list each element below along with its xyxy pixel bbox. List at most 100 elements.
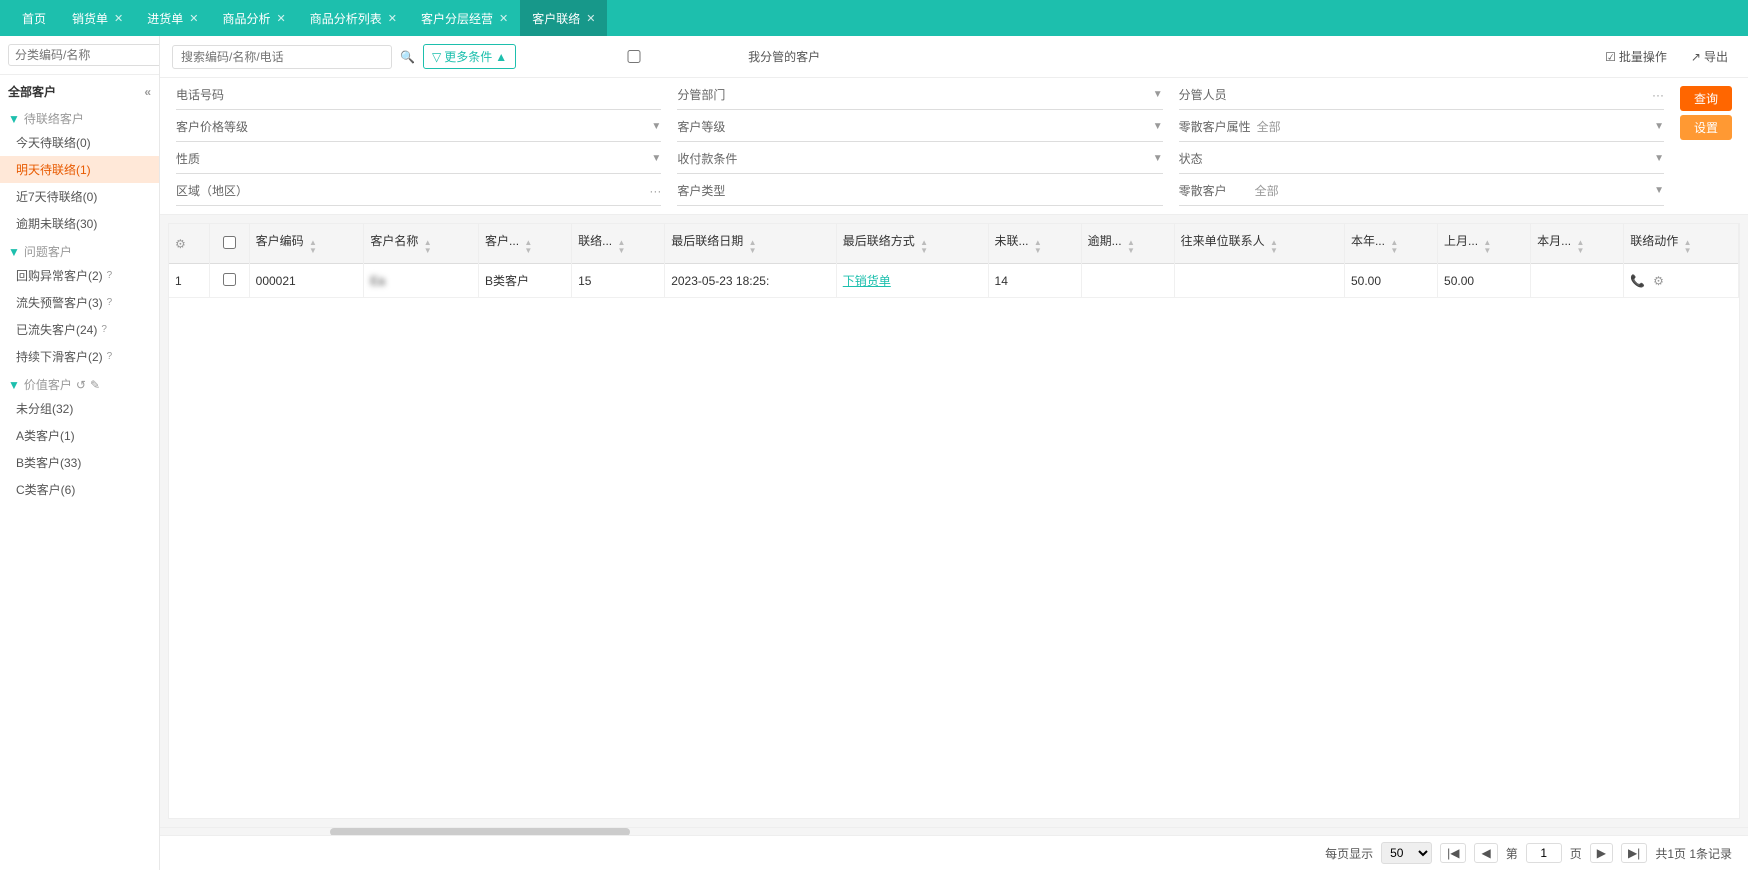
sidebar: 🔍 全部客户 « ▼ 待联络客户 今天待联络(0) 明天待联络(1) 近7天待联… bbox=[0, 36, 160, 870]
sidebar-item-c-class[interactable]: C类客户(6) bbox=[0, 476, 159, 503]
first-page-button[interactable]: |◀ bbox=[1440, 843, 1466, 863]
sidebar-item-lost[interactable]: 已流失客户(24) ? bbox=[0, 316, 159, 343]
sort-icon-this-month[interactable]: ▲▼ bbox=[1576, 239, 1584, 255]
sort-icon-no-contact[interactable]: ▲▼ bbox=[1034, 239, 1042, 255]
nav-tab-4-close[interactable]: ✕ bbox=[499, 12, 508, 25]
more-filter-button[interactable]: ▽ 更多条件 ▲ bbox=[423, 44, 516, 69]
col-customer-name-label: 客户名称 bbox=[370, 234, 418, 248]
filter-nature: 性质 ▼ bbox=[176, 150, 661, 174]
dept-select[interactable]: ▼ bbox=[753, 89, 1162, 100]
edit-icon[interactable]: ✎ bbox=[90, 378, 100, 392]
phone-input[interactable] bbox=[252, 88, 661, 102]
sort-icon-name[interactable]: ▲▼ bbox=[424, 239, 432, 255]
sort-icon-action[interactable]: ▲▼ bbox=[1684, 239, 1692, 255]
sort-icon-date[interactable]: ▲▼ bbox=[749, 239, 757, 255]
last-page-button[interactable]: ▶| bbox=[1621, 843, 1647, 863]
export-button[interactable]: ↗ 导出 bbox=[1683, 45, 1736, 68]
more-action-icon[interactable]: ⚙ bbox=[1653, 274, 1664, 288]
sidebar-search-area: 🔍 bbox=[0, 36, 159, 75]
sidebar-item-a-class[interactable]: A类客户(1) bbox=[0, 422, 159, 449]
checkbox-icon: ☑ bbox=[1605, 50, 1616, 64]
nav-tab-0-close[interactable]: ✕ bbox=[114, 12, 123, 25]
col-this-year-label: 本年... bbox=[1351, 234, 1385, 248]
col-unit-contact-label: 往来单位联系人 bbox=[1181, 234, 1265, 248]
horizontal-scrollbar[interactable] bbox=[160, 827, 1748, 835]
collapse-icon[interactable]: « bbox=[144, 85, 151, 99]
sort-icon-type[interactable]: ▲▼ bbox=[524, 239, 532, 255]
per-page-select[interactable]: 50 100 200 bbox=[1381, 842, 1432, 864]
region-label: 区域（地区） bbox=[176, 182, 248, 199]
nav-tab-5[interactable]: 客户联络 ✕ bbox=[520, 0, 607, 36]
sort-icon[interactable]: ▲▼ bbox=[309, 239, 317, 255]
region-select[interactable]: ··· bbox=[254, 184, 661, 198]
sidebar-item-declining[interactable]: 持续下滑客户(2) ? bbox=[0, 343, 159, 370]
sort-icon-year[interactable]: ▲▼ bbox=[1390, 239, 1398, 255]
retail-attr-select[interactable]: 全部 ▼ bbox=[1257, 118, 1664, 135]
sort-icon-contact[interactable]: ▲▼ bbox=[617, 239, 625, 255]
retail-customer-select[interactable]: 全部 ▼ bbox=[1255, 182, 1664, 199]
sidebar-item-overdue-contact[interactable]: 逾期未联络(30) bbox=[0, 210, 159, 237]
nav-home[interactable]: 首页 bbox=[8, 0, 60, 36]
select-all-checkbox[interactable] bbox=[223, 236, 236, 249]
sidebar-item-c-label: C类客户(6) bbox=[16, 481, 75, 498]
nav-tab-1[interactable]: 进货单 ✕ bbox=[135, 0, 210, 36]
region-dots-icon[interactable]: ··· bbox=[649, 184, 661, 198]
sidebar-item-tomorrow-contact[interactable]: 明天待联络(1) bbox=[0, 156, 159, 183]
category-search-input[interactable] bbox=[8, 44, 160, 66]
my-customer-checkbox-area[interactable]: 我分管的客户 bbox=[524, 48, 820, 65]
prev-page-button[interactable]: ◀ bbox=[1474, 843, 1497, 863]
sidebar-item-today-contact[interactable]: 今天待联络(0) bbox=[0, 129, 159, 156]
question-icon-2: ? bbox=[101, 324, 107, 335]
search-input[interactable] bbox=[172, 45, 392, 69]
col-last-month-label: 上月... bbox=[1444, 234, 1478, 248]
payment-select[interactable]: ▼ bbox=[753, 153, 1162, 164]
filter-phone: 电话号码 bbox=[176, 86, 661, 110]
status-select[interactable]: ▼ bbox=[1255, 153, 1664, 164]
sort-icon-last-month[interactable]: ▲▼ bbox=[1483, 239, 1491, 255]
refresh-icon[interactable]: ↺ bbox=[76, 378, 86, 392]
table-footer: 每页显示 50 100 200 |◀ ◀ 第 页 ▶ ▶| 共1页 1条记录 bbox=[160, 835, 1748, 870]
nav-tab-3-close[interactable]: ✕ bbox=[388, 12, 397, 25]
next-page-button[interactable]: ▶ bbox=[1590, 843, 1613, 863]
col-no-contact: 未联... ▲▼ bbox=[988, 224, 1081, 264]
sidebar-item-b-class[interactable]: B类客户(33) bbox=[0, 449, 159, 476]
contact-action-icon[interactable]: 📞 bbox=[1630, 274, 1645, 288]
nature-select[interactable]: ▼ bbox=[252, 153, 661, 164]
nav-tab-4[interactable]: 客户分层经营 ✕ bbox=[409, 0, 520, 36]
set-button[interactable]: 设置 bbox=[1680, 115, 1732, 140]
nav-tab-1-close[interactable]: ✕ bbox=[189, 12, 198, 25]
nav-tab-2-close[interactable]: ✕ bbox=[277, 12, 286, 25]
price-level-select[interactable]: ▼ bbox=[254, 121, 661, 132]
last-contact-date-value: 2023-05-23 18:25: bbox=[671, 274, 769, 288]
customer-level-select[interactable]: ▼ bbox=[753, 121, 1162, 132]
row-checkbox[interactable] bbox=[223, 273, 236, 286]
export-icon: ↗ bbox=[1691, 50, 1701, 64]
col-contact: 联络... ▲▼ bbox=[572, 224, 665, 264]
bulk-action-button[interactable]: ☑ 批量操作 bbox=[1597, 45, 1675, 68]
row-customer-type: B类客户 bbox=[479, 264, 572, 298]
sidebar-item-repurchase-abnormal[interactable]: 回购异常客户(2) ? bbox=[0, 262, 159, 289]
nav-tab-3[interactable]: 商品分析列表 ✕ bbox=[298, 0, 409, 36]
settings-gear-icon[interactable]: ⚙ bbox=[175, 237, 186, 251]
sidebar-item-ungrouped[interactable]: 未分组(32) bbox=[0, 395, 159, 422]
nav-tab-5-close[interactable]: ✕ bbox=[586, 12, 595, 25]
sidebar-item-7days-contact[interactable]: 近7天待联络(0) bbox=[0, 183, 159, 210]
sidebar-item-overdue-label: 逾期未联络(30) bbox=[16, 215, 97, 232]
person-select[interactable]: ··· bbox=[1255, 88, 1664, 102]
nav-tab-2[interactable]: 商品分析 ✕ bbox=[210, 0, 297, 36]
nav-tab-0[interactable]: 销货单 ✕ bbox=[60, 0, 135, 36]
sidebar-item-loss-warning[interactable]: 流失预警客户(3) ? bbox=[0, 289, 159, 316]
col-overdue: 逾期... ▲▼ bbox=[1081, 224, 1174, 264]
sort-icon-overdue[interactable]: ▲▼ bbox=[1127, 239, 1135, 255]
page-number-input[interactable] bbox=[1526, 843, 1562, 863]
person-dots-icon[interactable]: ··· bbox=[1652, 88, 1664, 102]
my-customer-checkbox[interactable] bbox=[524, 50, 744, 63]
sort-icon-unit[interactable]: ▲▼ bbox=[1270, 239, 1278, 255]
sort-icon-method[interactable]: ▲▼ bbox=[920, 239, 928, 255]
col-last-contact-date-label: 最后联络日期 bbox=[671, 234, 743, 248]
last-contact-method-link[interactable]: 下销货单 bbox=[843, 274, 891, 288]
retail-attr-chevron-icon: ▼ bbox=[1654, 121, 1664, 132]
retail-customer-value: 全部 bbox=[1255, 182, 1279, 199]
search-submit-icon[interactable]: 🔍 bbox=[400, 50, 415, 64]
query-button[interactable]: 查询 bbox=[1680, 86, 1732, 111]
